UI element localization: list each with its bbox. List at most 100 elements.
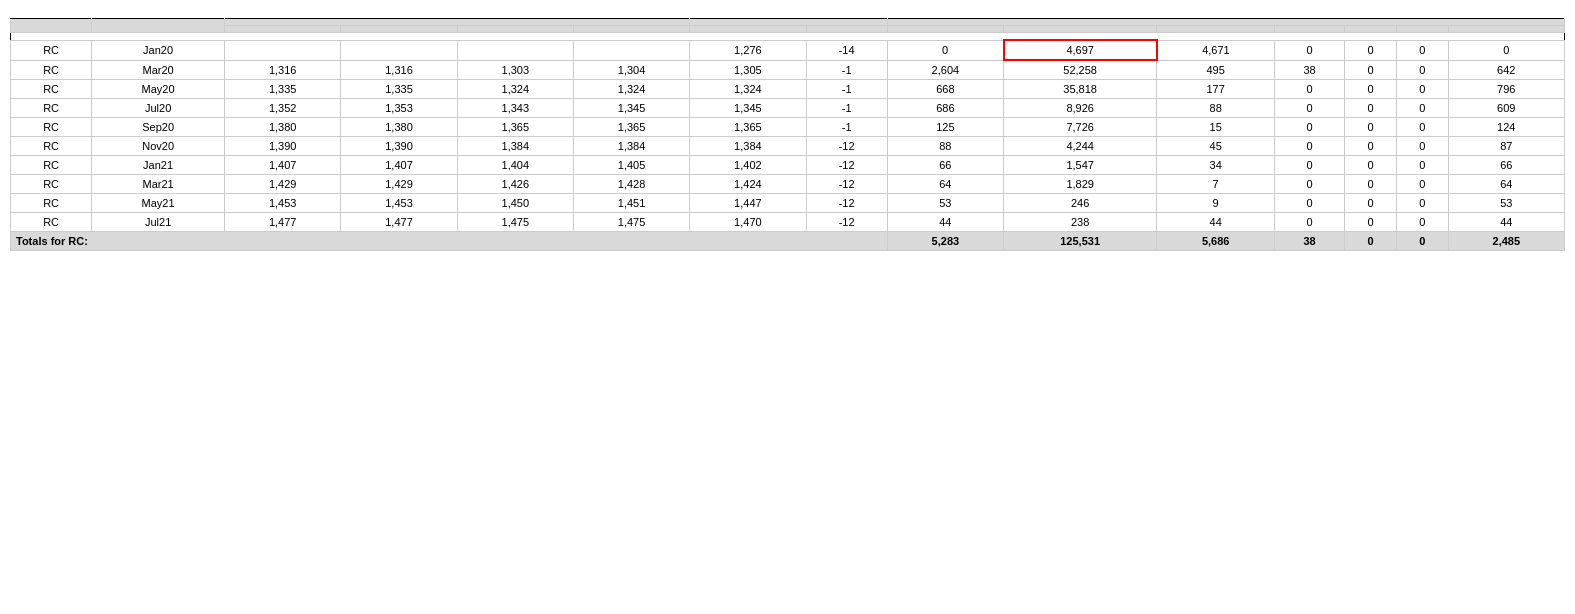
totals-block-volume: 0 xyxy=(1396,232,1448,251)
header-high xyxy=(341,26,457,33)
table-row: RCJul201,3521,3531,3431,3451,345-16868,9… xyxy=(11,99,1565,118)
cell-vol-change: 45 xyxy=(1157,137,1275,156)
cell-close: 1,405 xyxy=(573,156,689,175)
header-oi xyxy=(1004,26,1157,33)
header-low xyxy=(457,26,573,33)
header-commodity-name xyxy=(11,19,92,33)
totals-label: Totals for RC: xyxy=(11,232,888,251)
totals-row: Totals for RC:5,283125,5315,68638002,485 xyxy=(11,232,1565,251)
cell-block-volume: 0 xyxy=(1396,40,1448,60)
cell-efp: 0 xyxy=(1275,40,1345,60)
cell-open: 1,407 xyxy=(225,156,341,175)
cell-close: 1,428 xyxy=(573,175,689,194)
table-row: RCJan201,276-1404,6974,6710000 xyxy=(11,40,1565,60)
cell-high: 1,477 xyxy=(341,213,457,232)
header-settle xyxy=(690,19,888,26)
cell-efp: 0 xyxy=(1275,99,1345,118)
header-total-volume xyxy=(887,26,1003,33)
cell-close: 1,324 xyxy=(573,80,689,99)
cell-vol-change: 495 xyxy=(1157,60,1275,80)
cell-price: 1,402 xyxy=(690,156,806,175)
cell-open: 1,429 xyxy=(225,175,341,194)
cell-high: 1,353 xyxy=(341,99,457,118)
cell-oi: 1,547 xyxy=(1004,156,1157,175)
table-row: RCJul211,4771,4771,4751,4751,470-1244238… xyxy=(11,213,1565,232)
cell-oi: 52,258 xyxy=(1004,60,1157,80)
cell-commodity: RC xyxy=(11,118,92,137)
table-row: RCJan211,4071,4071,4041,4051,402-12661,5… xyxy=(11,156,1565,175)
cell-efs: 0 xyxy=(1345,80,1397,99)
cell-month: May20 xyxy=(92,80,225,99)
cell-efs: 0 xyxy=(1345,194,1397,213)
cell-block-volume: 0 xyxy=(1396,175,1448,194)
cell-commodity: RC xyxy=(11,175,92,194)
cell-block-volume: 0 xyxy=(1396,118,1448,137)
cell-price: 1,424 xyxy=(690,175,806,194)
cell-close: 1,384 xyxy=(573,137,689,156)
cell-efp: 0 xyxy=(1275,175,1345,194)
cell-vol-change: 177 xyxy=(1157,80,1275,99)
cell-commodity: RC xyxy=(11,156,92,175)
cell-change: -12 xyxy=(806,213,887,232)
cell-price: 1,365 xyxy=(690,118,806,137)
cell-spread-volume: 642 xyxy=(1448,60,1564,80)
cell-oi: 1,829 xyxy=(1004,175,1157,194)
cell-high: 1,429 xyxy=(341,175,457,194)
cell-month: Jul20 xyxy=(92,99,225,118)
cell-efp: 0 xyxy=(1275,213,1345,232)
cell-spread-volume: 124 xyxy=(1448,118,1564,137)
cell-vol-change: 7 xyxy=(1157,175,1275,194)
cell-block-volume: 0 xyxy=(1396,213,1448,232)
header-settle-change xyxy=(806,26,887,33)
cell-efs: 0 xyxy=(1345,40,1397,60)
cell-oi: 4,244 xyxy=(1004,137,1157,156)
cell-total-volume: 53 xyxy=(887,194,1003,213)
cell-low: 1,426 xyxy=(457,175,573,194)
cell-price: 1,470 xyxy=(690,213,806,232)
cell-change: -12 xyxy=(806,194,887,213)
cell-price: 1,305 xyxy=(690,60,806,80)
cell-block-volume: 0 xyxy=(1396,156,1448,175)
cell-high xyxy=(341,40,457,60)
cell-low: 1,404 xyxy=(457,156,573,175)
cell-oi: 7,726 xyxy=(1004,118,1157,137)
cell-close: 1,475 xyxy=(573,213,689,232)
cell-vol-change: 44 xyxy=(1157,213,1275,232)
cell-efs: 0 xyxy=(1345,156,1397,175)
table-row: RCMay201,3351,3351,3241,3241,324-166835,… xyxy=(11,80,1565,99)
cell-price: 1,276 xyxy=(690,40,806,60)
cell-change: -1 xyxy=(806,80,887,99)
cell-spread-volume: 66 xyxy=(1448,156,1564,175)
cell-efs: 0 xyxy=(1345,175,1397,194)
header-spread-volume xyxy=(1448,26,1564,33)
header-contract-month xyxy=(92,19,225,33)
cell-close: 1,345 xyxy=(573,99,689,118)
cell-oi: 8,926 xyxy=(1004,99,1157,118)
totals-efp: 38 xyxy=(1275,232,1345,251)
cell-total-volume: 0 xyxy=(887,40,1003,60)
cell-open: 1,390 xyxy=(225,137,341,156)
cell-month: Mar21 xyxy=(92,175,225,194)
cell-close: 1,365 xyxy=(573,118,689,137)
cell-month: Jan20 xyxy=(92,40,225,60)
header-block-volume xyxy=(1396,26,1448,33)
cell-low xyxy=(457,40,573,60)
cell-open: 1,352 xyxy=(225,99,341,118)
header-volume-oi xyxy=(887,19,1564,26)
cell-oi: 35,818 xyxy=(1004,80,1157,99)
cell-open xyxy=(225,40,341,60)
cell-total-volume: 66 xyxy=(887,156,1003,175)
cell-total-volume: 686 xyxy=(887,99,1003,118)
cell-commodity: RC xyxy=(11,80,92,99)
cell-commodity: RC xyxy=(11,99,92,118)
header-change xyxy=(1157,26,1275,33)
cell-vol-change: 4,671 xyxy=(1157,40,1275,60)
cell-vol-change: 9 xyxy=(1157,194,1275,213)
cell-commodity: RC xyxy=(11,137,92,156)
cell-close xyxy=(573,40,689,60)
cell-high: 1,316 xyxy=(341,60,457,80)
cell-open: 1,453 xyxy=(225,194,341,213)
cell-spread-volume: 44 xyxy=(1448,213,1564,232)
cell-low: 1,303 xyxy=(457,60,573,80)
cell-spread-volume: 53 xyxy=(1448,194,1564,213)
